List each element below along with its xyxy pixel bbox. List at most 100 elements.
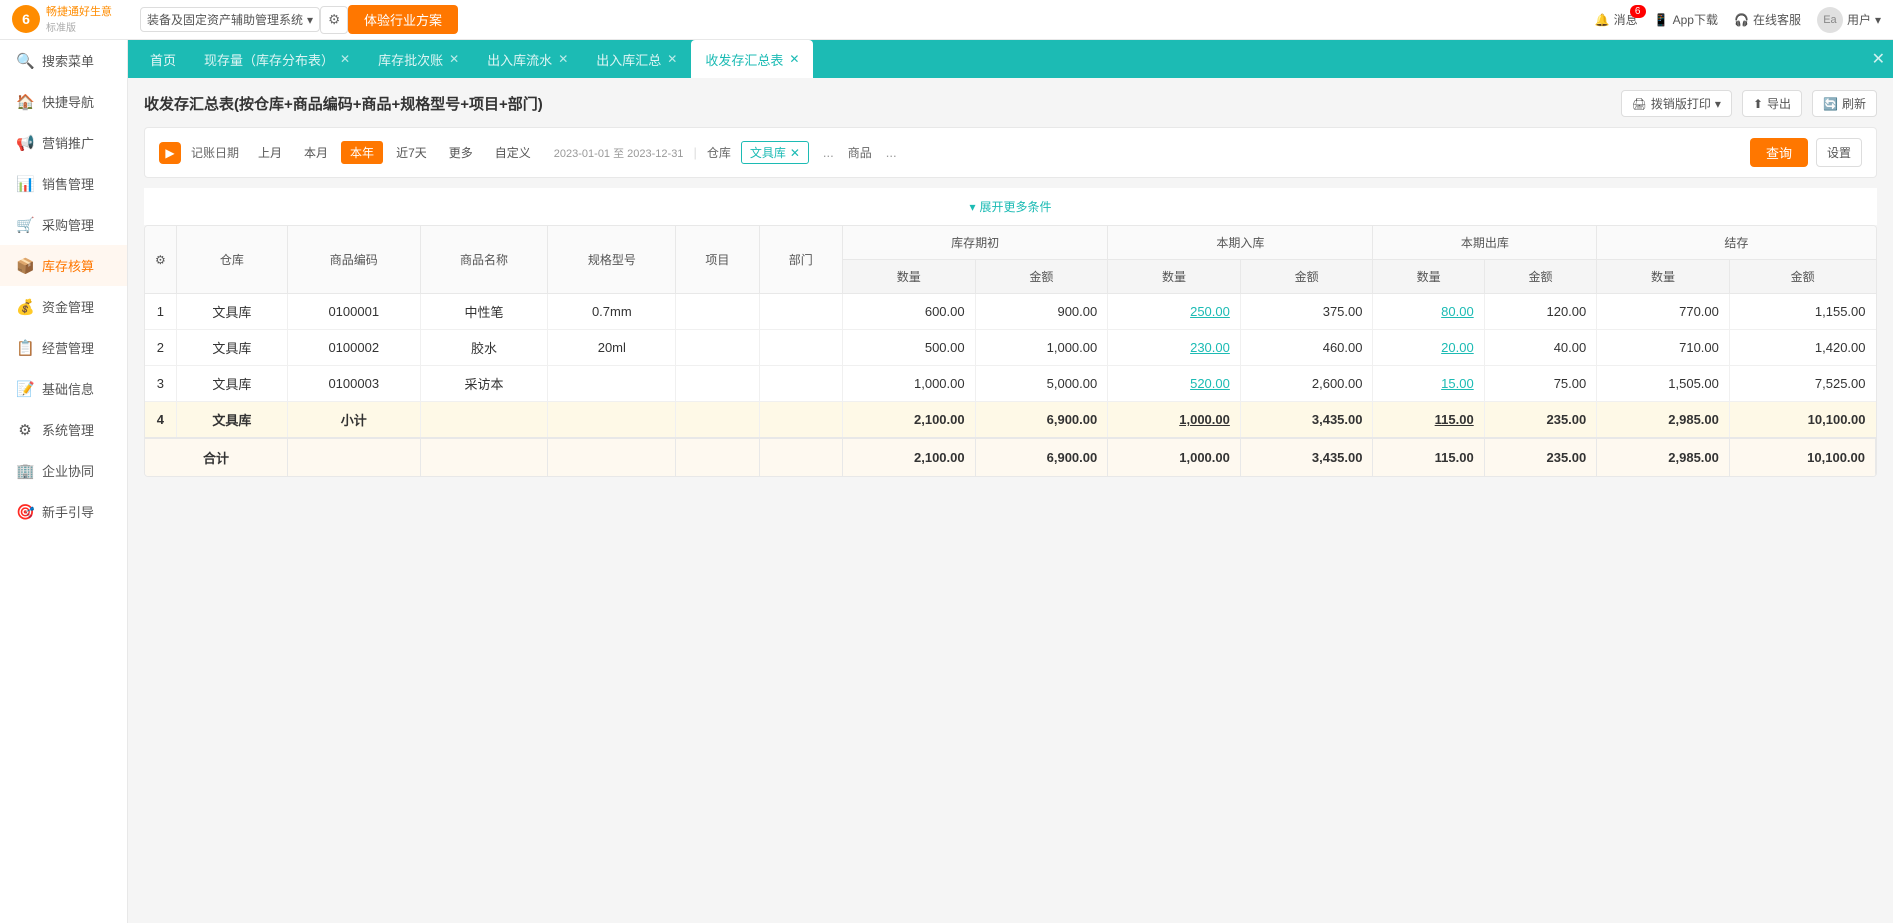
date-btn-this-year[interactable]: 本年 — [341, 141, 383, 164]
date-label: 记账日期 — [191, 144, 239, 161]
th-goods-spec: 规格型号 — [548, 226, 676, 294]
row1-out-qty[interactable]: 80.00 — [1373, 294, 1484, 330]
date-btn-last-month[interactable]: 上月 — [249, 141, 291, 164]
money-icon: 💰 — [16, 298, 34, 316]
row3-opening-amt: 5,000.00 — [975, 366, 1108, 402]
sidebar-item-search[interactable]: 🔍 搜索菜单 — [0, 40, 127, 81]
sidebar-item-operation[interactable]: 📋 经营管理 — [0, 327, 127, 368]
export-button[interactable]: ⬆ 导出 — [1742, 90, 1802, 117]
settings-button[interactable]: ⚙ — [320, 6, 348, 34]
total-opening-amt: 6,900.00 — [975, 438, 1108, 476]
sidebar-item-basic[interactable]: 📝 基础信息 — [0, 368, 127, 409]
row3-out-amt: 75.00 — [1484, 366, 1597, 402]
date-btn-custom[interactable]: 自定义 — [486, 141, 540, 164]
sidebar-item-marketing[interactable]: 📢 营销推广 — [0, 122, 127, 163]
system-title-select[interactable]: 装备及固定资产辅助管理系统 ▾ — [140, 7, 320, 32]
tab-inventory-dist[interactable]: 现存量（库存分布表） ✕ — [190, 40, 364, 78]
subtotal-spec — [548, 402, 676, 439]
subtotal-in-qty[interactable]: 1,000.00 — [1108, 402, 1241, 439]
tab-batch[interactable]: 库存批次账 ✕ — [364, 40, 473, 78]
th-opening-qty: 数量 — [842, 260, 975, 294]
service-item[interactable]: 🎧 在线客服 — [1734, 11, 1801, 28]
message-badge: 6 — [1630, 5, 1646, 18]
subtotal-closing-qty: 2,985.00 — [1597, 402, 1730, 439]
date-btn-7days[interactable]: 近7天 — [387, 141, 436, 164]
exp-btn[interactable]: 体验行业方案 — [348, 5, 458, 34]
tab-receive-summary[interactable]: 收发存汇总表 ✕ — [691, 40, 813, 78]
subtotal-opening-qty: 2,100.00 — [842, 402, 975, 439]
query-button[interactable]: 查询 — [1750, 138, 1808, 167]
subtotal-warehouse: 文具库 — [176, 402, 287, 439]
sidebar-item-purchase[interactable]: 🛒 采购管理 — [0, 204, 127, 245]
row2-code: 0100002 — [287, 330, 420, 366]
print-button[interactable]: 🖨 拨销版打印 ▾ — [1621, 90, 1732, 117]
row3-in-amt: 2,600.00 — [1240, 366, 1373, 402]
tab-inout-flow[interactable]: 出入库流水 ✕ — [473, 40, 582, 78]
warehouse-tag[interactable]: 文具库 ✕ — [741, 141, 809, 164]
tabs-bar: 首页 现存量（库存分布表） ✕ 库存批次账 ✕ 出入库流水 ✕ 出入库汇总 ✕ — [128, 40, 1893, 78]
expand-more-row: ▾ 展开更多条件 — [144, 188, 1877, 225]
tab-close-2[interactable]: ✕ — [449, 52, 459, 66]
sidebar-item-finance[interactable]: 💰 资金管理 — [0, 286, 127, 327]
table-row: 2 文具库 0100002 胶水 20ml 500.00 1,000.00 23… — [145, 330, 1876, 366]
filter-expand-button[interactable]: ▶ — [159, 142, 181, 164]
tab-close-1[interactable]: ✕ — [340, 52, 350, 66]
sidebar-item-newbie[interactable]: 🎯 新手引导 — [0, 491, 127, 532]
row3-no: 3 — [145, 366, 176, 402]
tab-inout-summary[interactable]: 出入库汇总 ✕ — [582, 40, 691, 78]
cart-icon: 🛒 — [16, 216, 34, 234]
date-btn-more[interactable]: 更多 — [440, 141, 482, 164]
app-download-item[interactable]: 📱 App下载 — [1654, 11, 1718, 28]
sidebar-item-sales[interactable]: 📊 销售管理 — [0, 163, 127, 204]
warehouse-tag-close[interactable]: ✕ — [790, 146, 800, 160]
megaphone-icon: 📢 — [16, 134, 34, 152]
warehouse-filter-label: 仓库 — [707, 144, 731, 161]
th-closing-amt: 金额 — [1729, 260, 1875, 294]
tab-close-4[interactable]: ✕ — [667, 52, 677, 66]
row1-in-qty[interactable]: 250.00 — [1108, 294, 1241, 330]
note-icon: 📝 — [16, 380, 34, 398]
sidebar-item-inventory[interactable]: 📦 库存核算 — [0, 245, 127, 286]
table-settings-header[interactable]: ⚙ — [145, 226, 176, 294]
row2-in-qty[interactable]: 230.00 — [1108, 330, 1241, 366]
row1-warehouse: 文具库 — [176, 294, 287, 330]
row2-out-qty[interactable]: 20.00 — [1373, 330, 1484, 366]
sidebar-item-corp[interactable]: 🏢 企业协同 — [0, 450, 127, 491]
sidebar-item-system[interactable]: ⚙ 系统管理 — [0, 409, 127, 450]
th-closing-qty: 数量 — [1597, 260, 1730, 294]
close-all-tabs-button[interactable]: ✕ — [1872, 51, 1885, 68]
row1-code: 0100001 — [287, 294, 420, 330]
row3-out-qty[interactable]: 15.00 — [1373, 366, 1484, 402]
tab-home[interactable]: 首页 — [136, 40, 190, 78]
goods-dots[interactable]: ... — [886, 145, 897, 160]
subtotal-out-qty[interactable]: 115.00 — [1373, 402, 1484, 439]
row1-no: 1 — [145, 294, 176, 330]
date-btn-this-month[interactable]: 本月 — [295, 141, 337, 164]
refresh-icon: 🔄 — [1823, 97, 1838, 111]
total-in-qty: 1,000.00 — [1108, 438, 1241, 476]
clipboard-icon: 📋 — [16, 339, 34, 357]
sidebar-item-guide[interactable]: 🏠 快捷导航 — [0, 81, 127, 122]
date-range: 2023-01-01 至 2023-12-31 — [554, 145, 684, 161]
row3-in-qty[interactable]: 520.00 — [1108, 366, 1241, 402]
message-icon-item[interactable]: 🔔 消息 6 — [1595, 11, 1638, 28]
box-icon: 📦 — [16, 257, 34, 275]
warehouse-dots[interactable]: ... — [823, 145, 834, 160]
tab-close-3[interactable]: ✕ — [558, 52, 568, 66]
th-in-amt: 金额 — [1240, 260, 1373, 294]
user-item[interactable]: Ea 用户 ▾ — [1817, 7, 1881, 33]
expand-more-button[interactable]: ▾ 展开更多条件 — [961, 194, 1059, 219]
filter-setting-button[interactable]: 设置 — [1816, 138, 1862, 167]
th-warehouse: 仓库 — [176, 226, 287, 294]
date-buttons: 上月 本月 本年 近7天 更多 自定义 — [249, 141, 540, 164]
subtotal-no: 4 — [145, 402, 176, 439]
table-row: 3 文具库 0100003 采访本 1,000.00 5,000.00 520.… — [145, 366, 1876, 402]
row2-closing-amt: 1,420.00 — [1729, 330, 1875, 366]
row2-closing-qty: 710.00 — [1597, 330, 1730, 366]
chart-icon: 📊 — [16, 175, 34, 193]
th-department: 部门 — [759, 226, 842, 294]
tab-close-5[interactable]: ✕ — [789, 52, 799, 66]
refresh-button[interactable]: 🔄 刷新 — [1812, 90, 1877, 117]
total-closing-qty: 2,985.00 — [1597, 438, 1730, 476]
home-icon: 🏠 — [16, 93, 34, 111]
